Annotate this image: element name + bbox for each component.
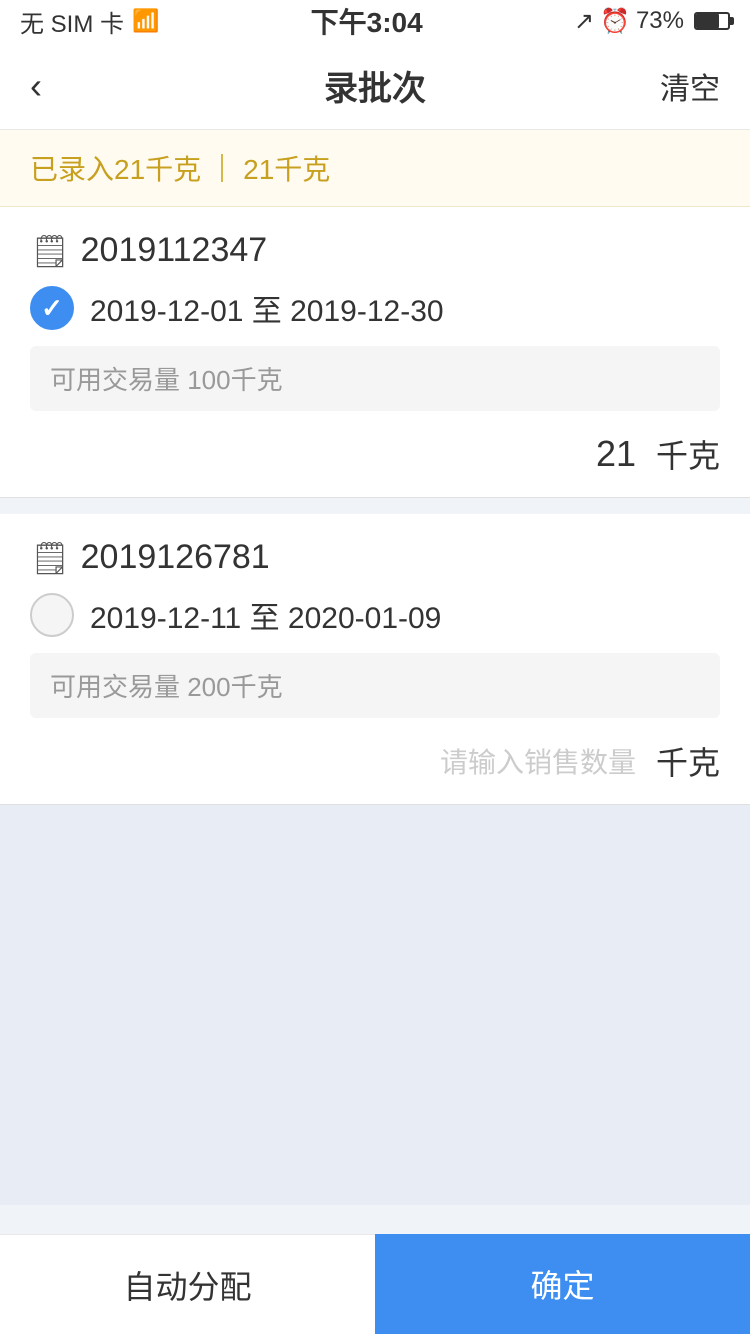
alarm-icon: ⏰: [600, 7, 630, 36]
status-bar: 无 SIM 卡 📶 下午3:04 ↗ ⏰ 73%: [0, 0, 750, 42]
location-icon: ↗: [574, 7, 594, 36]
batch-quantity-bar-2: 可用交易量 200千克: [30, 653, 720, 718]
battery-percent: 73%: [636, 7, 684, 35]
batch-unit-1: 千克: [656, 431, 720, 477]
batch-date-row-1: 2019-12-01 至 2019-12-30: [30, 286, 720, 330]
doc-icon-1: 🗒: [30, 232, 71, 270]
batch-input-row-2[interactable]: 千克: [0, 718, 750, 805]
section-divider: [0, 498, 750, 514]
available-label-2: 可用交易量 200千克: [50, 672, 283, 702]
back-button[interactable]: ‹: [30, 65, 90, 107]
info-divider: [221, 154, 223, 182]
batch-input-value-1: 21: [596, 433, 636, 475]
batch-date-row-2: 2019-12-11 至 2020-01-09: [30, 593, 720, 637]
batch-card-1: 🗒 2019112347 2019-12-01 至 2019-12-30 可用交…: [0, 207, 750, 498]
battery-fill: [696, 14, 719, 28]
batch-header-2: 🗒 2019126781: [30, 538, 720, 577]
clear-button[interactable]: 清空: [660, 64, 720, 108]
status-left: 无 SIM 卡 📶: [20, 4, 159, 39]
page-title: 录批次: [324, 61, 426, 110]
batch-unit-2: 千克: [656, 738, 720, 784]
wifi-icon: 📶: [132, 8, 159, 34]
quantity-input-2[interactable]: [336, 743, 636, 780]
batch-input-row-1: 21 千克: [0, 411, 750, 498]
spacer-area: [0, 805, 750, 1205]
status-time: 下午3:04: [311, 1, 423, 41]
batch-item-2: 🗒 2019126781 2019-12-11 至 2020-01-09 可用交…: [0, 514, 750, 718]
batch-card-2: 🗒 2019126781 2019-12-11 至 2020-01-09 可用交…: [0, 514, 750, 805]
info-banner: 已录入21千克 21千克: [0, 130, 750, 207]
batch-header-1: 🗒 2019112347: [30, 231, 720, 270]
status-right: ↗ ⏰ 73%: [574, 7, 730, 36]
batch-date-2: 2019-12-11 至 2020-01-09: [90, 593, 441, 637]
confirm-button[interactable]: 确定: [375, 1234, 750, 1334]
info-label: 已录入21千克: [30, 148, 201, 188]
no-sim-text: 无 SIM 卡: [20, 4, 124, 39]
batch-quantity-bar-1: 可用交易量 100千克: [30, 346, 720, 411]
batch-id-1: 2019112347: [81, 231, 268, 270]
battery-bar: [694, 12, 730, 30]
content-area: 🗒 2019112347 2019-12-01 至 2019-12-30 可用交…: [0, 207, 750, 1334]
info-value: 21千克: [243, 148, 330, 188]
bottom-bar: 自动分配 确定: [0, 1234, 750, 1334]
batch-item-1: 🗒 2019112347 2019-12-01 至 2019-12-30 可用交…: [0, 207, 750, 411]
nav-bar: ‹ 录批次 清空: [0, 42, 750, 130]
batch-date-1: 2019-12-01 至 2019-12-30: [90, 286, 444, 330]
auto-distribute-button[interactable]: 自动分配: [0, 1234, 375, 1334]
doc-icon-2: 🗒: [30, 539, 71, 577]
radio-button-1[interactable]: [30, 286, 74, 330]
available-label-1: 可用交易量 100千克: [50, 365, 283, 395]
batch-id-2: 2019126781: [81, 538, 270, 577]
radio-button-2[interactable]: [30, 593, 74, 637]
